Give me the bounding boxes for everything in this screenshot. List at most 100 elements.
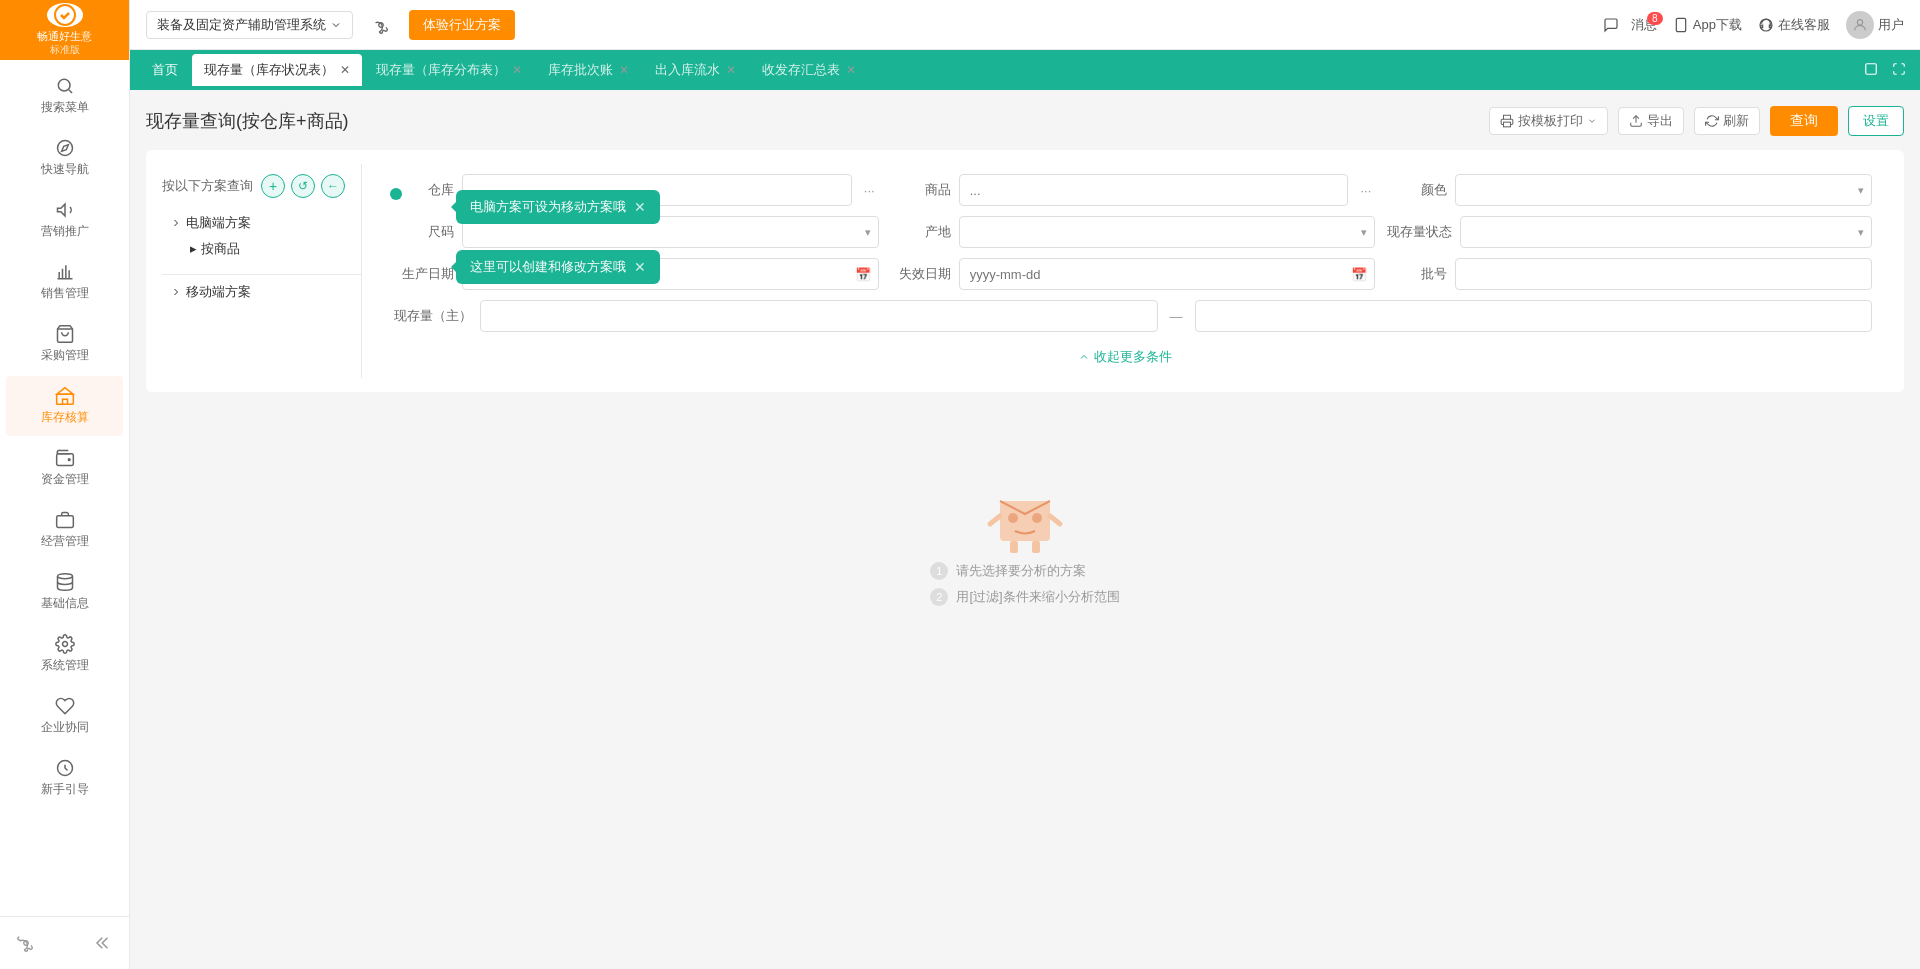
settings-bottom-icon (17, 934, 35, 952)
collapse-row[interactable]: 收起更多条件 (378, 342, 1872, 368)
tab-restore-btn[interactable] (1860, 58, 1882, 83)
sidebar-item-quicknav[interactable]: 快速导航 (6, 128, 123, 188)
chevron-right-icon2 (170, 286, 182, 298)
sidebar-item-finance[interactable]: 资金管理 (6, 438, 123, 498)
exp-date-input[interactable] (959, 258, 1376, 290)
origin-filter: 产地 ▾ (891, 216, 1376, 248)
tab-label: 现存量（库存分布表） (376, 61, 506, 79)
sidebar-item-sales[interactable]: 销售管理 (6, 252, 123, 312)
query-btn[interactable]: 查询 (1770, 106, 1838, 136)
sidebar-bottom (0, 916, 129, 969)
pc-scheme-node[interactable]: 电脑端方案 (162, 210, 361, 236)
color-filter: 颜色 ▾ (1387, 174, 1872, 206)
svg-rect-11 (1676, 18, 1685, 31)
scheme-divider (162, 274, 361, 275)
setting-btn[interactable]: 设置 (1848, 106, 1904, 136)
sidebar-item-guide[interactable]: 新手引导 (6, 748, 123, 808)
collapse-label: 收起更多条件 (1094, 348, 1172, 366)
create-tooltip-close[interactable]: ✕ (634, 259, 646, 275)
sidebar-item-enterprise[interactable]: 企业协同 (6, 686, 123, 746)
back-btn[interactable]: ← (321, 174, 345, 198)
batch-input[interactable] (1455, 258, 1872, 290)
search-icon (55, 76, 75, 96)
sidebar-item-operations[interactable]: 经营管理 (6, 500, 123, 560)
quantity-min-input[interactable] (480, 300, 1158, 332)
sidebar: 畅通好生意 标准版 搜索菜单 快速导航 营销推广 销售管理 采购管理 (0, 0, 130, 969)
app-download-btn[interactable]: App下载 (1673, 16, 1742, 34)
tip-text-1: 请先选择要分析的方案 (956, 558, 1086, 584)
system-selector[interactable]: 装备及固定资产辅助管理系统 (146, 11, 353, 39)
system-title: 装备及固定资产辅助管理系统 (157, 16, 326, 34)
tab-close-btn[interactable]: ✕ (726, 63, 736, 77)
tab-stock-status[interactable]: 现存量（库存状况表） ✕ (192, 54, 362, 86)
tab-summary[interactable]: 收发存汇总表 ✕ (750, 54, 868, 86)
export-btn[interactable]: 导出 (1618, 107, 1684, 135)
connector-dot (390, 188, 402, 200)
tab-close-btn[interactable]: ✕ (846, 63, 856, 77)
header-left: 装备及固定资产辅助管理系统 体验行业方案 (146, 9, 515, 41)
message-btn[interactable]: 8 消息 (1603, 16, 1657, 34)
origin-select[interactable] (959, 216, 1376, 248)
tab-home[interactable]: 首页 (140, 54, 190, 86)
sidebar-item-basic-info[interactable]: 基础信息 (6, 562, 123, 622)
support-label: 在线客服 (1778, 16, 1830, 34)
export-icon (1629, 114, 1643, 128)
tab-fullscreen-btn[interactable] (1888, 58, 1910, 83)
refresh-scheme-btn[interactable]: ↺ (291, 174, 315, 198)
sidebar-item-marketing[interactable]: 营销推广 (6, 190, 123, 250)
print-btn[interactable]: 按模板打印 (1489, 107, 1608, 135)
stock-status-select[interactable] (1460, 216, 1872, 248)
product-filter: 商品 ··· (891, 174, 1376, 206)
product-dots[interactable]: ··· (1356, 183, 1375, 198)
tab-batch[interactable]: 库存批次账 ✕ (536, 54, 641, 86)
refresh-icon (1705, 114, 1719, 128)
pc-scheme-tree: 电脑端方案 ▸ 按商品 (162, 210, 361, 262)
support-btn[interactable]: 在线客服 (1758, 16, 1830, 34)
header-settings-btn[interactable] (365, 9, 397, 41)
color-select[interactable] (1455, 174, 1872, 206)
empty-illustration (975, 466, 1075, 546)
quantity-max-input[interactable] (1195, 300, 1873, 332)
sidebar-item-warehouse[interactable]: 库存核算 (6, 376, 123, 436)
restore-icon (1864, 62, 1878, 76)
tip-text-2: 用[过滤]条件来缩小分析范围 (956, 584, 1119, 610)
color-select-wrap: ▾ (1455, 174, 1872, 206)
industry-btn[interactable]: 体验行业方案 (409, 10, 515, 40)
svg-point-4 (68, 459, 70, 461)
collapse-chevron-icon (1078, 351, 1090, 363)
svg-point-18 (1008, 513, 1018, 523)
refresh-label: 刷新 (1723, 112, 1749, 130)
tip-num-1: 1 (930, 562, 948, 580)
sidebar-item-system[interactable]: 系统管理 (6, 624, 123, 684)
sidebar-collapse-btn[interactable] (87, 927, 119, 959)
exp-date-calendar-icon[interactable]: 📅 (1351, 267, 1367, 282)
sidebar-item-search[interactable]: 搜索菜单 (6, 66, 123, 126)
sidebar-label: 新手引导 (41, 781, 89, 798)
chevron-right-icon (170, 217, 182, 229)
scheme-tooltip-close[interactable]: ✕ (634, 199, 646, 215)
tab-close-btn[interactable]: ✕ (340, 63, 350, 77)
tab-close-btn[interactable]: ✕ (512, 63, 522, 77)
mobile-scheme-node[interactable]: 移动端方案 (162, 279, 361, 305)
filter-label: 按以下方案查询 (162, 177, 253, 195)
scheme-tooltip: 电脑方案可设为移动方案哦 ✕ (456, 190, 660, 224)
mobile-scheme-label: 移动端方案 (186, 283, 251, 301)
product-input[interactable] (959, 174, 1349, 206)
tab-inout[interactable]: 出入库流水 ✕ (643, 54, 748, 86)
user-menu[interactable]: 用户 (1846, 11, 1904, 39)
user-icon (1852, 17, 1868, 33)
tab-stock-dist[interactable]: 现存量（库存分布表） ✕ (364, 54, 534, 86)
refresh-btn[interactable]: 刷新 (1694, 107, 1760, 135)
pc-scheme-label: 电脑端方案 (186, 214, 251, 232)
prod-date-calendar-icon[interactable]: 📅 (855, 267, 871, 282)
phone-icon (1673, 17, 1689, 33)
tip-item-1: 1 请先选择要分析的方案 (930, 558, 1119, 584)
database-icon (55, 572, 75, 592)
sidebar-item-purchase[interactable]: 采购管理 (6, 314, 123, 374)
briefcase-icon (55, 510, 75, 530)
scheme-child-node[interactable]: ▸ 按商品 (182, 236, 361, 262)
add-scheme-btn[interactable]: + (261, 174, 285, 198)
tab-close-btn[interactable]: ✕ (619, 63, 629, 77)
sidebar-settings-btn[interactable] (10, 927, 42, 959)
warehouse-dots[interactable]: ··· (860, 183, 879, 198)
